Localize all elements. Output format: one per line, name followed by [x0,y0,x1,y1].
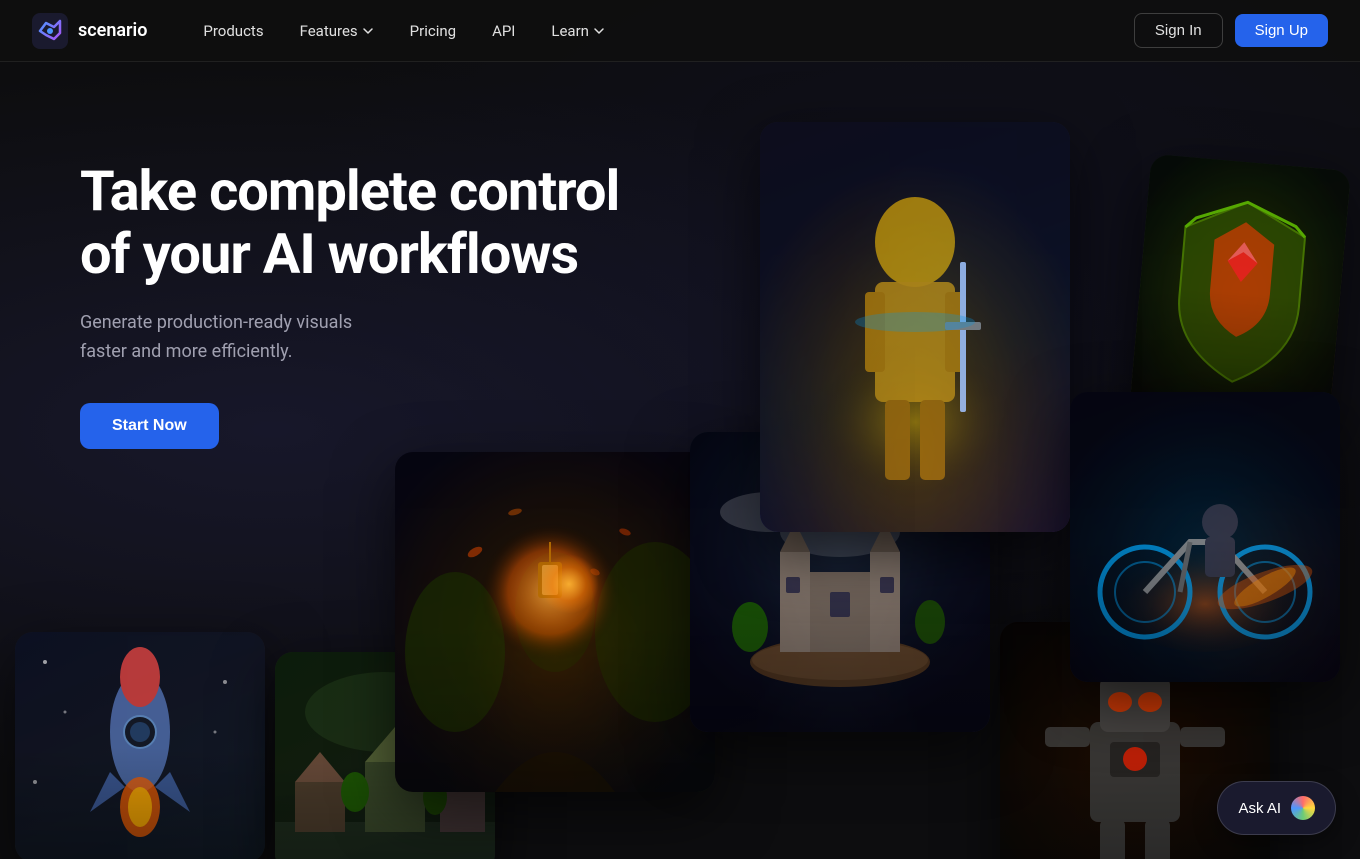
chevron-down-icon [362,25,374,37]
start-now-button[interactable]: Start Now [80,403,219,449]
nav-left: scenario Products Features Pricing API [32,13,621,49]
card-castle [690,432,990,732]
ask-ai-button[interactable]: Ask AI [1217,781,1336,835]
hero-title: Take complete control of your AI workflo… [80,160,619,285]
ask-ai-icon [1291,796,1315,820]
nav-right: Sign In Sign Up [1134,13,1328,48]
logo-text: scenario [78,20,147,41]
navigation: scenario Products Features Pricing API [0,0,1360,62]
nav-item-products[interactable]: Products [187,14,279,48]
card-bike [1070,392,1340,682]
chevron-down-icon-2 [593,25,605,37]
signin-button[interactable]: Sign In [1134,13,1223,48]
card-forest [395,452,715,792]
card-shield [1129,154,1351,430]
card-rocket [15,632,265,859]
hero-content: Take complete control of your AI workflo… [80,160,619,449]
card-warrior [760,122,1070,532]
nav-links: Products Features Pricing API Learn [187,14,621,48]
hero-subtitle: Generate production-ready visuals faster… [80,309,619,367]
nav-item-pricing[interactable]: Pricing [394,14,472,48]
card-town [275,652,495,859]
nav-item-features[interactable]: Features [284,14,390,48]
logo-icon [32,13,68,49]
nav-item-learn[interactable]: Learn [535,14,621,48]
nav-item-api[interactable]: API [476,14,531,48]
hero-section: Take complete control of your AI workflo… [0,0,1360,859]
signup-button[interactable]: Sign Up [1235,14,1328,47]
logo[interactable]: scenario [32,13,147,49]
